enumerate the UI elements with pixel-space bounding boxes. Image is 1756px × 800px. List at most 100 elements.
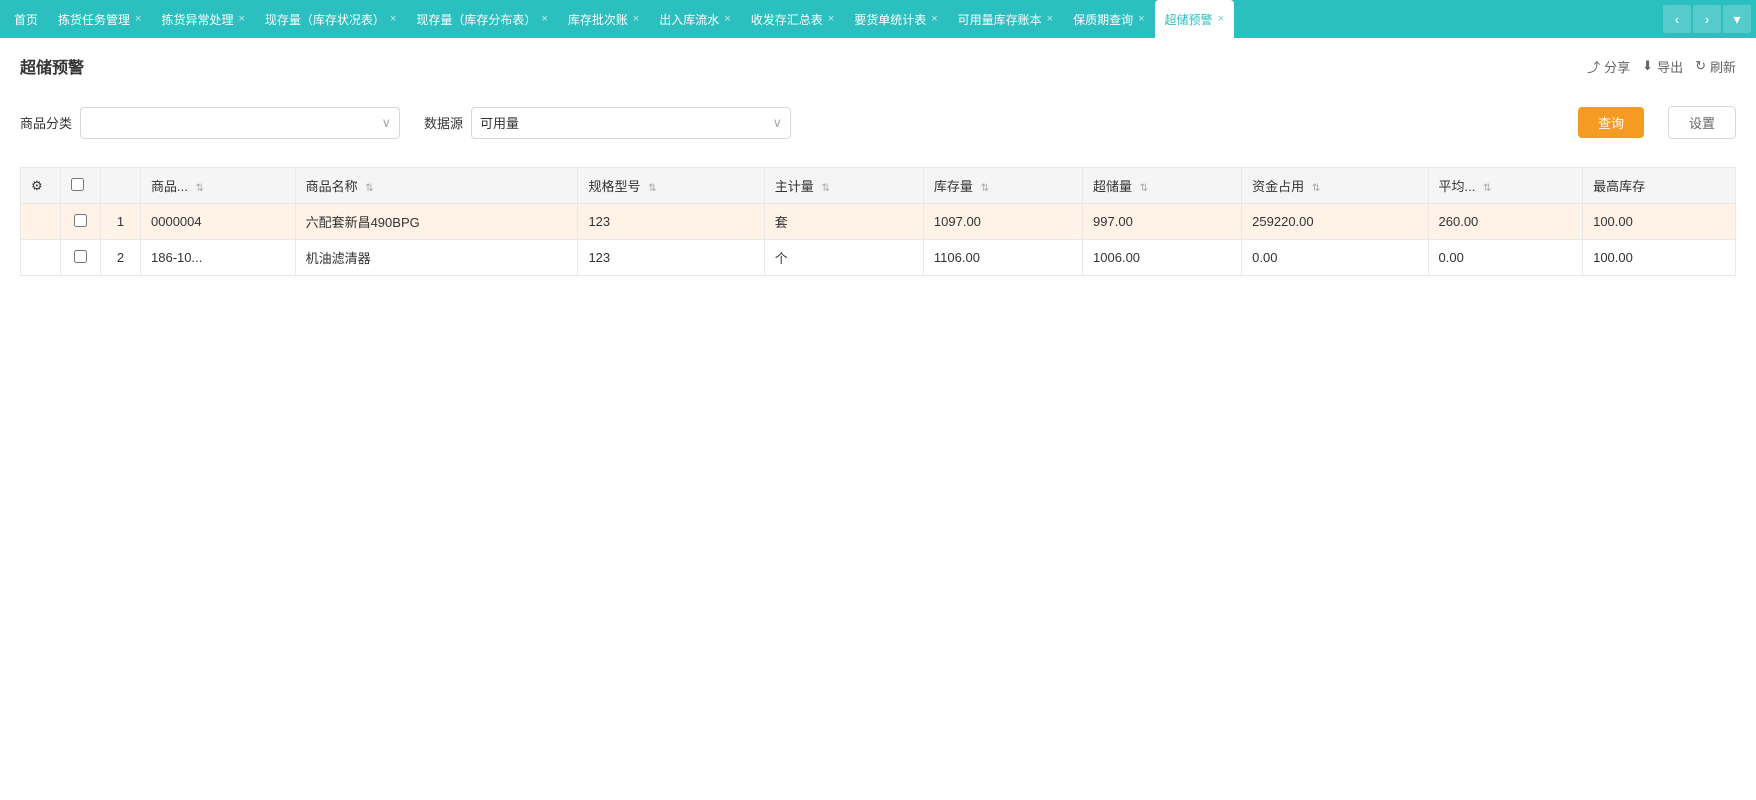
- sort-icon: ⇅: [1483, 183, 1491, 194]
- col-over[interactable]: 超储量 ⇅: [1083, 168, 1242, 204]
- row-maxstock: 100.00: [1583, 240, 1736, 276]
- settings-button[interactable]: 设置: [1668, 106, 1736, 139]
- col-unit[interactable]: 主计量 ⇅: [764, 168, 923, 204]
- row-actions-cell: [21, 204, 61, 240]
- nav-tab-batch[interactable]: 库存批次账 ×: [558, 0, 649, 38]
- close-icon[interactable]: ×: [390, 13, 396, 25]
- table-row: 1 0000004 六配套新昌490BPG 123 套 1097.00 997.…: [21, 204, 1736, 240]
- row-capital: 0.00: [1242, 240, 1428, 276]
- close-icon[interactable]: ×: [1218, 13, 1224, 25]
- row-unit: 套: [764, 204, 923, 240]
- share-icon: ⤴: [1587, 57, 1600, 76]
- nav-arrow-left[interactable]: ‹: [1663, 5, 1691, 33]
- sort-icon: ⇅: [1312, 183, 1320, 194]
- nav-tab-stock-status[interactable]: 现存量（库存状况表） ×: [255, 0, 406, 38]
- top-navigation: 首页 拣货任务管理 × 拣货异常处理 × 现存量（库存状况表） × 现存量（库存…: [0, 0, 1756, 38]
- sort-icon: ⇅: [648, 183, 656, 194]
- close-icon[interactable]: ×: [633, 13, 639, 25]
- close-icon[interactable]: ×: [724, 13, 730, 25]
- export-button[interactable]: ⬇ 导出: [1642, 57, 1683, 76]
- sort-icon: ⇅: [1140, 183, 1148, 194]
- nav-tab-expiry[interactable]: 保质期查询 ×: [1063, 0, 1154, 38]
- row-stock: 1097.00: [923, 204, 1082, 240]
- category-select[interactable]: ∨: [80, 107, 400, 139]
- table-header-row: ⚙ 商品... ⇅ 商品名称 ⇅ 规格型号 ⇅ 主计量: [21, 168, 1736, 204]
- table-row: 2 186-10... 机油滤清器 123 个 1106.00 1006.00 …: [21, 240, 1736, 276]
- col-checkbox: [61, 168, 101, 204]
- header-actions: ⤴ 分享 ⬇ 导出 ↻ 刷新: [1587, 57, 1736, 76]
- row-avg: 0.00: [1428, 240, 1583, 276]
- sort-icon: ⇅: [821, 183, 829, 194]
- row-unit: 个: [764, 240, 923, 276]
- sort-icon: ⇅: [365, 183, 373, 194]
- page-header: 超储预警 ⤴ 分享 ⬇ 导出 ↻ 刷新: [20, 54, 1736, 78]
- close-icon[interactable]: ×: [238, 13, 244, 25]
- row-code: 0000004: [141, 204, 296, 240]
- page-container: 超储预警 ⤴ 分享 ⬇ 导出 ↻ 刷新 商品分类 ∨ 数据源: [0, 38, 1756, 800]
- nav-arrow-menu[interactable]: ▾: [1723, 5, 1751, 33]
- close-icon[interactable]: ×: [541, 13, 547, 25]
- page-title: 超储预警: [20, 54, 84, 78]
- nav-arrow-right[interactable]: ›: [1693, 5, 1721, 33]
- row-checkbox[interactable]: [74, 250, 87, 263]
- col-capital[interactable]: 资金占用 ⇅: [1242, 168, 1428, 204]
- select-all-checkbox[interactable]: [71, 178, 84, 191]
- row-spec: 123: [578, 240, 764, 276]
- col-name[interactable]: 商品名称 ⇅: [295, 168, 578, 204]
- nav-tab-available[interactable]: 可用量库存账本 ×: [948, 0, 1063, 38]
- nav-arrows: ‹ › ▾: [1662, 5, 1752, 33]
- sort-icon: ⇅: [195, 183, 203, 194]
- category-label: 商品分类: [20, 113, 72, 132]
- datasource-filter-group: 数据源 可用量 ∨: [424, 107, 791, 139]
- nav-tab-home[interactable]: 首页: [4, 0, 48, 38]
- row-avg: 260.00: [1428, 204, 1583, 240]
- row-number: 1: [101, 204, 141, 240]
- datasource-select[interactable]: 可用量 ∨: [471, 107, 791, 139]
- nav-tab-stock-dist[interactable]: 现存量（库存分布表） ×: [406, 0, 557, 38]
- refresh-button[interactable]: ↻ 刷新: [1695, 57, 1736, 76]
- chevron-down-icon: ∨: [382, 115, 392, 131]
- nav-tab-summary[interactable]: 收发存汇总表 ×: [741, 0, 844, 38]
- nav-tab-inout[interactable]: 出入库流水 ×: [649, 0, 740, 38]
- close-icon[interactable]: ×: [828, 13, 834, 25]
- col-avg[interactable]: 平均... ⇅: [1428, 168, 1583, 204]
- chevron-down-icon: ∨: [773, 115, 783, 131]
- nav-tab-task[interactable]: 拣货任务管理 ×: [48, 0, 151, 38]
- col-settings[interactable]: ⚙: [21, 168, 61, 204]
- col-code[interactable]: 商品... ⇅: [141, 168, 296, 204]
- row-maxstock: 100.00: [1583, 204, 1736, 240]
- col-spec[interactable]: 规格型号 ⇅: [578, 168, 764, 204]
- close-icon[interactable]: ×: [1047, 13, 1053, 25]
- nav-tab-overstock[interactable]: 超储预警 ×: [1155, 0, 1234, 38]
- row-over: 997.00: [1083, 204, 1242, 240]
- row-code: 186-10...: [141, 240, 296, 276]
- row-actions-cell: [21, 240, 61, 276]
- row-checkbox-cell: [61, 204, 101, 240]
- share-button[interactable]: ⤴ 分享: [1587, 57, 1630, 76]
- datasource-label: 数据源: [424, 113, 463, 132]
- row-spec: 123: [578, 204, 764, 240]
- close-icon[interactable]: ×: [931, 13, 937, 25]
- row-name: 机油滤清器: [295, 240, 578, 276]
- nav-tab-exception[interactable]: 拣货异常处理 ×: [151, 0, 254, 38]
- row-name: 六配套新昌490BPG: [295, 204, 578, 240]
- col-num: [101, 168, 141, 204]
- data-table: ⚙ 商品... ⇅ 商品名称 ⇅ 规格型号 ⇅ 主计量: [20, 167, 1736, 276]
- refresh-icon: ↻: [1695, 58, 1706, 74]
- close-icon[interactable]: ×: [135, 13, 141, 25]
- datasource-value: 可用量: [480, 113, 519, 132]
- nav-tab-requisition[interactable]: 要货单统计表 ×: [844, 0, 947, 38]
- row-over: 1006.00: [1083, 240, 1242, 276]
- col-maxstock[interactable]: 最高库存: [1583, 168, 1736, 204]
- query-button[interactable]: 查询: [1578, 107, 1644, 138]
- export-icon: ⬇: [1642, 58, 1653, 74]
- row-checkbox[interactable]: [74, 214, 87, 227]
- row-stock: 1106.00: [923, 240, 1082, 276]
- category-filter-group: 商品分类 ∨: [20, 107, 400, 139]
- row-capital: 259220.00: [1242, 204, 1428, 240]
- row-checkbox-cell: [61, 240, 101, 276]
- row-number: 2: [101, 240, 141, 276]
- col-stock[interactable]: 库存量 ⇅: [923, 168, 1082, 204]
- sort-icon: ⇅: [981, 183, 989, 194]
- close-icon[interactable]: ×: [1138, 13, 1144, 25]
